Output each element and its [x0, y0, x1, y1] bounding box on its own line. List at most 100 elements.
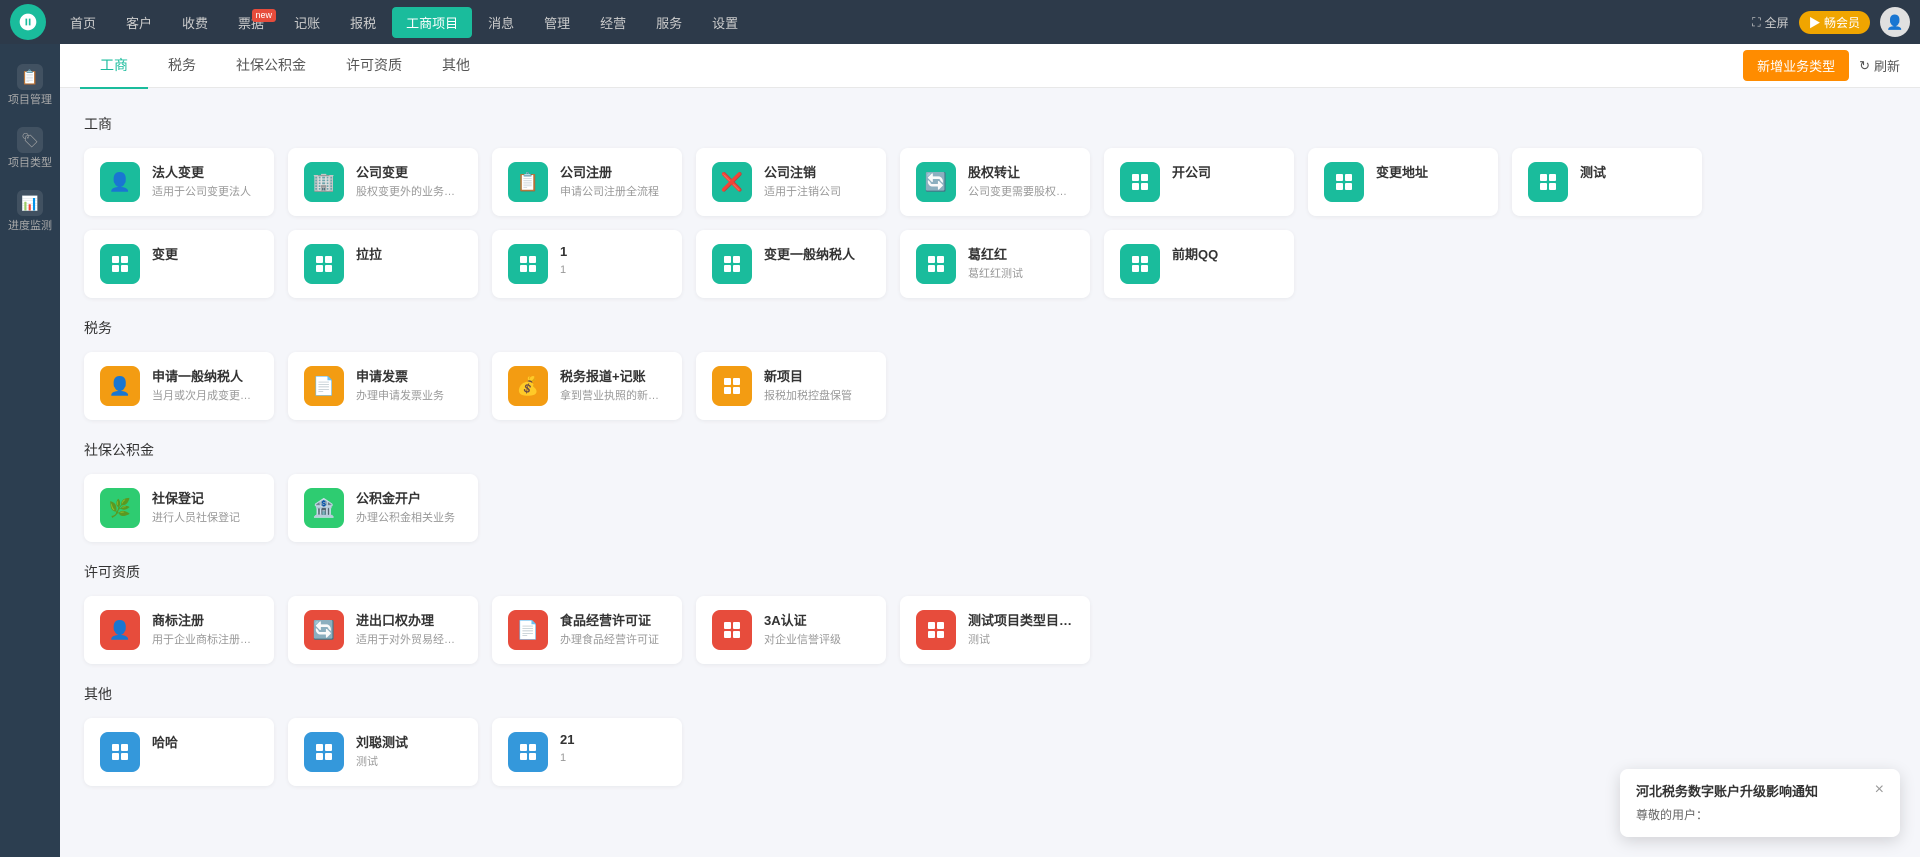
card-qita-2[interactable]: 21 1	[492, 718, 682, 786]
card-title-gongshang-4: 股权转让	[968, 162, 1074, 181]
card-gongshang-8[interactable]: 变更	[84, 230, 274, 298]
card-gongshang-10[interactable]: 1 1	[492, 230, 682, 298]
card-shuiwu-3[interactable]: 新项目 报税加税控盘保管	[696, 352, 886, 420]
card-content-xuke-1: 进出口权办理 适用于对外贸易经营者	[356, 610, 462, 648]
card-xuke-1[interactable]: 🔄 进出口权办理 适用于对外贸易经营者	[288, 596, 478, 664]
nav-item-收费[interactable]: 收费	[168, 7, 222, 38]
tab-许可资质[interactable]: 许可资质	[326, 43, 422, 89]
card-gongshang-4[interactable]: 🔄 股权转让 公司变更需要股权转让	[900, 148, 1090, 216]
sub-tab-list: 工商税务社保公积金许可资质其他	[80, 43, 490, 88]
card-shebao-0[interactable]: 🌿 社保登记 进行人员社保登记	[84, 474, 274, 542]
section-title-xuke: 许可资质	[84, 562, 1896, 582]
card-xuke-0[interactable]: 👤 商标注册 用于企业商标注册服务	[84, 596, 274, 664]
tab-其他[interactable]: 其他	[422, 43, 490, 89]
sidebar-item-1[interactable]: 🏷 项目类型	[0, 117, 60, 180]
sidebar-item-2[interactable]: 📊 进度监测	[0, 180, 60, 243]
notification-popup: 河北税务数字账户升级影响通知 × 尊敬的用户：	[1620, 769, 1900, 837]
card-title-xuke-0: 商标注册	[152, 610, 258, 629]
card-content-qita-1: 刘聪测试 测试	[356, 732, 462, 770]
card-gongshang-12[interactable]: 葛红红 葛红红测试	[900, 230, 1090, 298]
member-button[interactable]: ▶ 畅会员	[1799, 11, 1870, 34]
sidebar: 📋 项目管理🏷 项目类型📊 进度监测	[0, 44, 60, 857]
card-icon-gongshang-10	[508, 244, 548, 284]
card-content-gongshang-0: 法人变更 适用于公司变更法人	[152, 162, 258, 200]
card-shuiwu-0[interactable]: 👤 申请一般纳税人 当月或次月成变更完成	[84, 352, 274, 420]
section-shuiwu: 税务 👤 申请一般纳税人 当月或次月成变更完成 📄 申请发票 办理申请发票业务 …	[84, 318, 1896, 420]
sidebar-label-0: 项目管理	[8, 94, 52, 107]
app-logo[interactable]	[10, 4, 46, 40]
section-title-qita: 其他	[84, 684, 1896, 704]
nav-item-票据[interactable]: 票据new	[224, 7, 278, 38]
sub-tabs: 工商税务社保公积金许可资质其他 新增业务类型 ↻ 刷新	[60, 44, 1920, 88]
tab-工商[interactable]: 工商	[80, 43, 148, 89]
card-gongshang-11[interactable]: 变更一般纳税人	[696, 230, 886, 298]
card-xuke-2[interactable]: 📄 食品经营许可证 办理食品经营许可证	[492, 596, 682, 664]
card-xuke-4[interactable]: 测试项目类型目定义 测试	[900, 596, 1090, 664]
new-type-button[interactable]: 新增业务类型	[1743, 50, 1849, 81]
card-shuiwu-1[interactable]: 📄 申请发票 办理申请发票业务	[288, 352, 478, 420]
nav-item-经营[interactable]: 经营	[586, 7, 640, 38]
card-desc-gongshang-12: 葛红红测试	[968, 267, 1074, 282]
nav-item-首页[interactable]: 首页	[56, 7, 110, 38]
notification-close-button[interactable]: ×	[1875, 781, 1884, 799]
card-gongshang-0[interactable]: 👤 法人变更 适用于公司变更法人	[84, 148, 274, 216]
card-icon-xuke-0: 👤	[100, 610, 140, 650]
nav-item-服务[interactable]: 服务	[642, 7, 696, 38]
card-gongshang-7[interactable]: 测试	[1512, 148, 1702, 216]
fullscreen-button[interactable]: ⛶ 全屏	[1752, 14, 1788, 31]
user-avatar[interactable]: 👤	[1880, 7, 1910, 37]
card-icon-xuke-1: 🔄	[304, 610, 344, 650]
card-qita-1[interactable]: 刘聪测试 测试	[288, 718, 478, 786]
card-title-shuiwu-3: 新项目	[764, 366, 870, 385]
section-title-shebao: 社保公积金	[84, 440, 1896, 460]
card-gongshang-3[interactable]: ❌ 公司注销 适用于注销公司	[696, 148, 886, 216]
card-shebao-1[interactable]: 🏦 公积金开户 办理公积金相关业务	[288, 474, 478, 542]
card-gongshang-2[interactable]: 📋 公司注册 申请公司注册全流程	[492, 148, 682, 216]
nav-item-消息[interactable]: 消息	[474, 7, 528, 38]
nav-item-报税[interactable]: 报税	[336, 7, 390, 38]
card-desc-shuiwu-1: 办理申请发票业务	[356, 389, 462, 404]
section-xuke: 许可资质 👤 商标注册 用于企业商标注册服务 🔄 进出口权办理 适用于对外贸易经…	[84, 562, 1896, 664]
nav-item-工商项目[interactable]: 工商项目	[392, 7, 472, 38]
cards-grid-shebao: 🌿 社保登记 进行人员社保登记 🏦 公积金开户 办理公积金相关业务	[84, 474, 1896, 542]
card-icon-xuke-3	[712, 610, 752, 650]
card-icon-gongshang-5	[1120, 162, 1160, 202]
card-gongshang-5[interactable]: 开公司	[1104, 148, 1294, 216]
card-desc-gongshang-0: 适用于公司变更法人	[152, 185, 258, 200]
card-desc-gongshang-2: 申请公司注册全流程	[560, 185, 666, 200]
card-title-gongshang-10: 1	[560, 244, 666, 259]
card-content-gongshang-5: 开公司	[1172, 162, 1278, 185]
nav-item-管理[interactable]: 管理	[530, 7, 584, 38]
card-icon-gongshang-13	[1120, 244, 1160, 284]
tab-税务[interactable]: 税务	[148, 43, 216, 89]
nav-item-记账[interactable]: 记账	[280, 7, 334, 38]
refresh-button[interactable]: ↻ 刷新	[1859, 56, 1900, 75]
card-shuiwu-2[interactable]: 💰 税务报道+记账 拿到营业执照的新公司	[492, 352, 682, 420]
card-gongshang-9[interactable]: 拉拉	[288, 230, 478, 298]
notification-text: 尊敬的用户：	[1636, 806, 1884, 825]
sidebar-item-0[interactable]: 📋 项目管理	[0, 54, 60, 117]
card-title-xuke-1: 进出口权办理	[356, 610, 462, 629]
card-desc-shuiwu-3: 报税加税控盘保管	[764, 389, 870, 404]
nav-item-客户[interactable]: 客户	[112, 7, 166, 38]
section-gongshang: 工商 👤 法人变更 适用于公司变更法人 🏢 公司变更 股权变更外的业务变更 📋 …	[84, 114, 1896, 298]
tab-社保公积金[interactable]: 社保公积金	[216, 43, 326, 89]
nav-item-设置[interactable]: 设置	[698, 7, 752, 38]
sidebar-icon-2: 📊	[17, 190, 43, 216]
card-gongshang-6[interactable]: 变更地址	[1308, 148, 1498, 216]
card-xuke-3[interactable]: 3A认证 对企业信誉评级	[696, 596, 886, 664]
card-gongshang-13[interactable]: 前期QQ	[1104, 230, 1294, 298]
card-title-gongshang-5: 开公司	[1172, 162, 1278, 181]
card-desc-gongshang-4: 公司变更需要股权转让	[968, 185, 1074, 200]
section-shebao: 社保公积金 🌿 社保登记 进行人员社保登记 🏦 公积金开户 办理公积金相关业务	[84, 440, 1896, 542]
card-title-gongshang-6: 变更地址	[1376, 162, 1482, 181]
card-icon-shuiwu-2: 💰	[508, 366, 548, 406]
notification-title: 河北税务数字账户升级影响通知	[1636, 781, 1818, 800]
main-content: 工商税务社保公积金许可资质其他 新增业务类型 ↻ 刷新 工商 👤 法人变更 适用…	[60, 44, 1920, 857]
card-gongshang-1[interactable]: 🏢 公司变更 股权变更外的业务变更	[288, 148, 478, 216]
card-content-xuke-2: 食品经营许可证 办理食品经营许可证	[560, 610, 666, 648]
refresh-icon: ↻	[1859, 58, 1870, 74]
card-content-qita-0: 哈哈	[152, 732, 258, 755]
card-icon-shuiwu-1: 📄	[304, 366, 344, 406]
card-qita-0[interactable]: 哈哈	[84, 718, 274, 786]
